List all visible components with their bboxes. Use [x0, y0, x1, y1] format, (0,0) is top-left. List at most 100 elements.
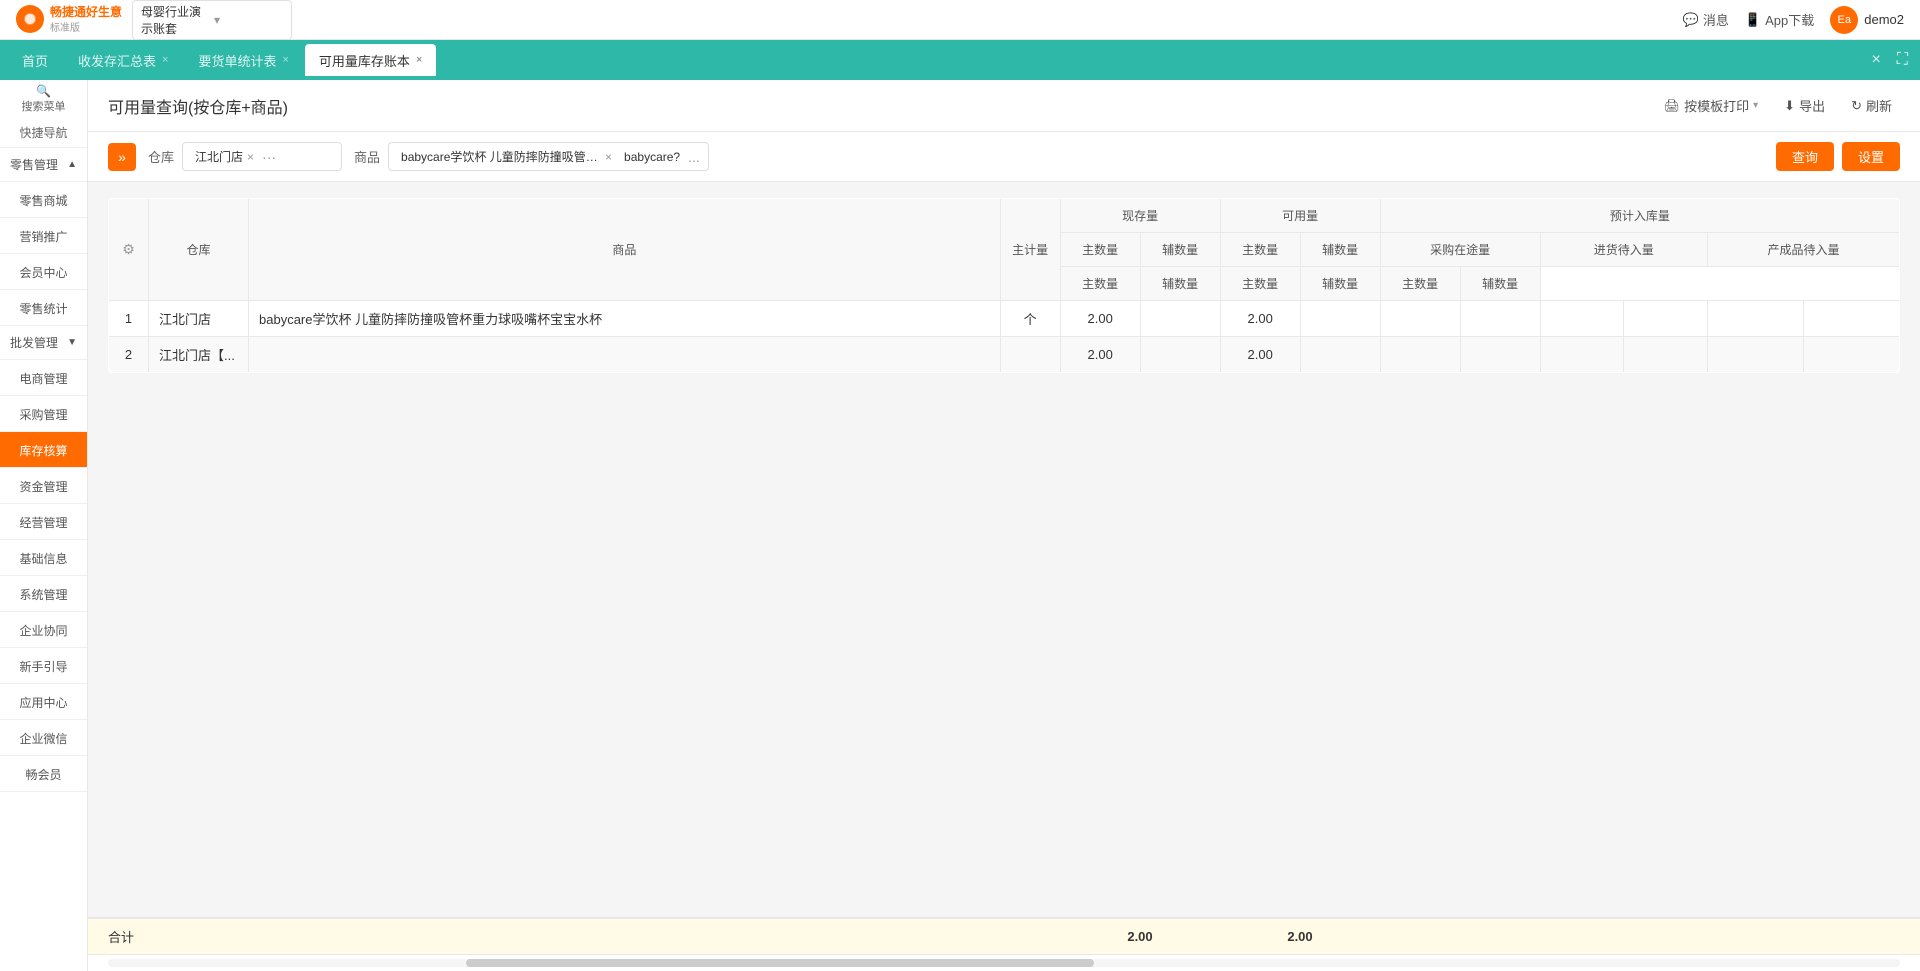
sidebar-app-center-label: 应用中心 [4, 694, 83, 711]
export-btn[interactable]: ⬇ 导出 [1776, 92, 1833, 119]
tab-expand-btn[interactable]: ⛶ [1893, 47, 1912, 73]
sidebar-operation-label: 经营管理 [4, 514, 83, 531]
page-header: 可用量查询(按仓库+商品) 🖨 按模板打印 ▾ ⬇ 导出 ↻ 刷新 [88, 80, 1920, 132]
sidebar-item-wechat-work[interactable]: 企业微信 [0, 720, 87, 756]
tab-available-close[interactable]: × [416, 54, 422, 66]
scroll-track [88, 955, 1920, 971]
sidebar-item-basic-info[interactable]: 基础信息 [0, 540, 87, 576]
phone-icon: 📱 [1745, 12, 1761, 28]
tab-available-stock[interactable]: 可用量库存账本 × [305, 44, 436, 76]
cell-stock-aux-1 [1140, 301, 1220, 337]
sidebar-item-member-plus[interactable]: 畅会员 [0, 756, 87, 792]
cell-stock-main-1: 2.00 [1060, 301, 1140, 337]
sidebar-item-retail[interactable]: 零售管理 ▲ [0, 148, 87, 182]
gear-icon[interactable]: ⚙ [122, 241, 135, 257]
tab-order-label: 要货单统计表 [198, 51, 276, 70]
th-stock-group: 现存量 [1060, 199, 1220, 233]
filter-expand-btn[interactable]: » [108, 143, 136, 171]
sidebar-inventory-label: 库存核算 [4, 442, 83, 459]
print-icon: 🖨 [1664, 98, 1681, 114]
th-product: 商品 [249, 199, 1001, 301]
th-purchase-aux: 辅数量 [1140, 267, 1220, 301]
cell-avail-aux-1 [1300, 301, 1380, 337]
sidebar-system-label: 系统管理 [4, 586, 83, 603]
sidebar-item-marketing[interactable]: 营销推广 [0, 218, 87, 254]
product-value-1: babycare学饮杯 儿童防摔防撞吸管杯重力球吸嘴杯宝宝水杯 [401, 148, 601, 165]
cell-seq-1: 1 [109, 301, 149, 337]
sidebar-finance-label: 资金管理 [4, 478, 83, 495]
cell-purchase-main-1 [1380, 301, 1460, 337]
app-download-button[interactable]: 📱 App下载 [1745, 10, 1814, 29]
filter-product-label: 商品 [354, 147, 380, 166]
sidebar-item-wholesale[interactable]: 批发管理 ▼ [0, 326, 87, 360]
cell-unit-1: 个 [1000, 301, 1060, 337]
tab-receive-summary[interactable]: 收发存汇总表 × [64, 44, 182, 76]
filter-product-input[interactable]: babycare学饮杯 儿童防摔防撞吸管杯重力球吸嘴杯宝宝水杯 × babyca… [388, 142, 709, 171]
th-planned-group: 预计入库量 [1380, 199, 1899, 233]
print-label: 按模板打印 [1684, 96, 1749, 115]
sidebar-retail-label: 零售管理 [10, 156, 58, 173]
print-chevron-icon: ▾ [1753, 100, 1758, 111]
sidebar-item-enterprise[interactable]: 企业协同 [0, 612, 87, 648]
sidebar-search-btn[interactable]: 🔍 搜索菜单 [0, 80, 87, 118]
setting-button[interactable]: 设置 [1842, 142, 1900, 171]
cell-warehouse-2: 江北门店【... [149, 337, 249, 373]
sidebar-nav-btn[interactable]: 快捷导航 [0, 118, 87, 148]
template-selector[interactable]: 母婴行业演示账套 ▾ [132, 0, 292, 40]
filter-bar: » 仓库 江北门店 × ··· 商品 babycare学饮杯 儿童防摔防撞吸管杯… [88, 132, 1920, 182]
sidebar-item-ecommerce[interactable]: 电商管理 [0, 360, 87, 396]
sidebar-item-app-center[interactable]: 应用中心 [0, 684, 87, 720]
user-name: demo2 [1864, 12, 1904, 27]
warehouse-tag-close[interactable]: × [247, 150, 254, 164]
product-tag-close-1[interactable]: × [605, 150, 612, 164]
sidebar-item-retail-mall[interactable]: 零售商城 [0, 182, 87, 218]
scroll-bar[interactable] [108, 959, 1900, 967]
cell-purchase-aux-2 [1460, 337, 1540, 373]
footer-row: 合计 2.00 2.00 [88, 918, 1920, 955]
th-available-group: 可用量 [1220, 199, 1380, 233]
logo-text: 畅捷通好生意 标准版 [50, 5, 122, 34]
avatar-text: Ea [1838, 14, 1851, 26]
tab-order-close[interactable]: × [282, 54, 288, 66]
tab-order-stat[interactable]: 要货单统计表 × [184, 44, 302, 76]
filter-actions: 查询 设置 [1776, 142, 1900, 171]
sidebar-item-newbie[interactable]: 新手引导 [0, 648, 87, 684]
sidebar-item-retail-stat[interactable]: 零售统计 [0, 290, 87, 326]
th-incoming-group: 进货待入量 [1540, 233, 1707, 267]
tab-close-all-btn[interactable]: × [1867, 47, 1884, 73]
refresh-btn[interactable]: ↻ 刷新 [1843, 92, 1900, 119]
msg-icon: 💬 [1683, 12, 1699, 28]
table-row: 1 江北门店 babycare学饮杯 儿童防摔防撞吸管杯重力球吸嘴杯宝宝水杯 个… [109, 301, 1900, 337]
cell-production-main-2 [1707, 337, 1803, 373]
sidebar-item-operation[interactable]: 经营管理 [0, 504, 87, 540]
sidebar-item-finance[interactable]: 资金管理 [0, 468, 87, 504]
app-download-label: App下载 [1765, 10, 1814, 29]
msg-button[interactable]: 💬 消息 [1683, 10, 1729, 29]
cell-purchase-main-2 [1380, 337, 1460, 373]
cell-avail-main-2: 2.00 [1220, 337, 1300, 373]
user-profile[interactable]: Ea demo2 [1830, 6, 1904, 34]
tab-receive-label: 收发存汇总表 [78, 51, 156, 70]
sidebar-item-member[interactable]: 会员中心 [0, 254, 87, 290]
chevron-down-icon: ▾ [214, 13, 283, 27]
warehouse-value: 江北门店 [195, 148, 243, 165]
filter-warehouse-input[interactable]: 江北门店 × ··· [182, 142, 342, 171]
sidebar-item-inventory[interactable]: 库存核算 [0, 432, 87, 468]
th-purchase-group: 采购在途量 [1380, 233, 1540, 267]
warehouse-dots[interactable]: ··· [262, 149, 276, 165]
refresh-icon: ↻ [1851, 98, 1862, 114]
query-button[interactable]: 查询 [1776, 142, 1834, 171]
th-unit: 主计量 [1000, 199, 1060, 301]
sidebar-wholesale-label: 批发管理 [10, 334, 58, 351]
sidebar-newbie-label: 新手引导 [4, 658, 83, 675]
product-dots[interactable]: ... [688, 149, 700, 165]
th-purchase-main: 主数量 [1060, 267, 1140, 301]
sidebar-item-system[interactable]: 系统管理 [0, 576, 87, 612]
cell-incoming-aux-1 [1624, 301, 1708, 337]
sidebar-item-purchase[interactable]: 采购管理 [0, 396, 87, 432]
sidebar-retail-stat-label: 零售统计 [4, 300, 83, 317]
tab-receive-close[interactable]: × [162, 54, 168, 66]
print-btn[interactable]: 🖨 按模板打印 ▾ [1656, 92, 1767, 119]
filter-warehouse-label: 仓库 [148, 147, 174, 166]
tab-home[interactable]: 首页 [8, 44, 62, 76]
